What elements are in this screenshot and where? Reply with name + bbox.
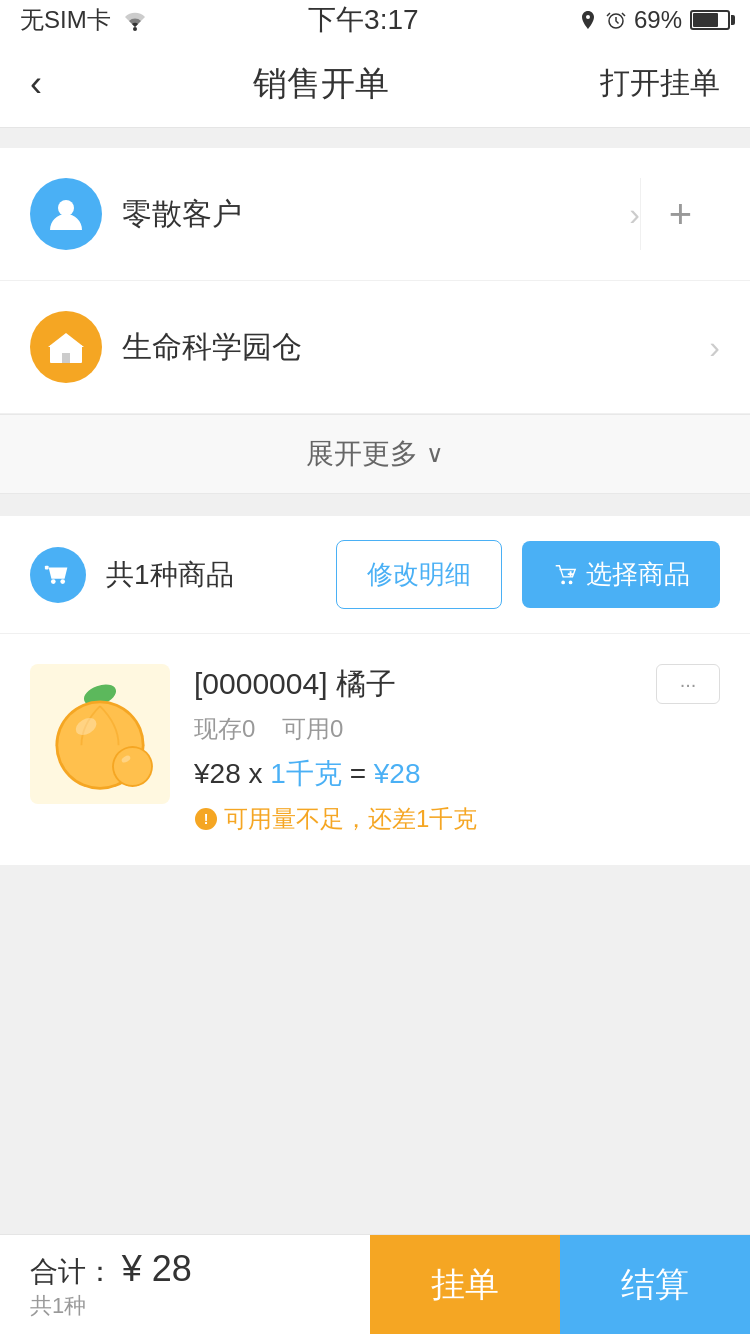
page-title: 销售开单 <box>253 61 389 107</box>
expand-label: 展开更多 <box>306 435 418 473</box>
product-price: ¥28 x 1千克 = ¥28 <box>194 755 632 793</box>
orange-image <box>35 669 165 799</box>
warning-icon: ! <box>194 807 218 831</box>
total-row: 合计： ¥ 28 <box>30 1248 340 1291</box>
customer-row: 零散客户 › + <box>0 148 750 281</box>
warehouse-icon <box>30 311 102 383</box>
hold-button[interactable]: 挂单 <box>370 1235 560 1335</box>
product-header: 共1种商品 修改明细 选择商品 <box>0 516 750 634</box>
product-info: [0000004] 橘子 现存0 可用0 ¥28 x 1千克 = ¥28 <box>194 664 632 835</box>
product-section: 共1种商品 修改明细 选择商品 <box>0 516 750 865</box>
open-hold-button[interactable]: 打开挂单 <box>600 63 720 104</box>
separator-2 <box>0 494 750 514</box>
total-amount: ¥ 28 <box>122 1248 192 1289</box>
total-section: 合计： ¥ 28 共1种 <box>0 1248 370 1321</box>
svg-rect-5 <box>45 565 49 569</box>
total-count: 共1种 <box>30 1291 340 1321</box>
status-left: 无SIM卡 <box>20 4 149 36</box>
battery-percent: 69% <box>634 6 682 34</box>
product-name: [0000004] 橘子 <box>194 664 632 705</box>
cart-icon <box>43 560 73 590</box>
back-button[interactable]: ‹ <box>30 63 42 105</box>
person-icon <box>46 194 86 234</box>
expand-arrow-icon: ∨ <box>426 440 444 468</box>
add-customer-button[interactable]: + <box>640 178 720 250</box>
expand-more-button[interactable]: 展开更多 ∨ <box>0 414 750 494</box>
product-item: [0000004] 橘子 现存0 可用0 ¥28 x 1千克 = ¥28 <box>0 634 750 865</box>
location-icon <box>578 9 598 31</box>
carrier-text: 无SIM卡 <box>20 4 111 36</box>
customer-icon <box>30 178 102 250</box>
wifi-icon <box>121 9 149 31</box>
warehouse-row: 生命科学园仓 › <box>0 281 750 414</box>
svg-point-9 <box>569 580 573 584</box>
alarm-icon <box>606 9 626 31</box>
svg-rect-4 <box>62 353 70 363</box>
svg-text:!: ! <box>204 811 209 827</box>
product-count-label: 共1种商品 <box>106 556 316 594</box>
svg-point-7 <box>60 579 65 584</box>
product-warning: ! 可用量不足，还差1千克 <box>194 803 632 835</box>
product-stock: 现存0 可用0 <box>194 713 632 745</box>
status-bar: 无SIM卡 下午3:17 69% <box>0 0 750 40</box>
more-options-button[interactable]: ··· <box>656 664 720 704</box>
svg-point-0 <box>133 27 137 31</box>
battery-icon <box>690 10 730 30</box>
checkout-button[interactable]: 结算 <box>560 1235 750 1335</box>
status-right: 69% <box>578 6 730 34</box>
select-product-button[interactable]: 选择商品 <box>522 541 720 608</box>
warehouse-name: 生命科学园仓 <box>122 327 709 368</box>
product-count-icon <box>30 547 86 603</box>
nav-bar: ‹ 销售开单 打开挂单 <box>0 40 750 128</box>
customer-arrow[interactable]: › <box>629 196 640 233</box>
edit-detail-button[interactable]: 修改明细 <box>336 540 502 609</box>
warehouse-arrow[interactable]: › <box>709 329 720 366</box>
status-time: 下午3:17 <box>308 1 419 39</box>
customer-name: 零散客户 <box>122 194 629 235</box>
svg-point-2 <box>58 200 74 216</box>
building-icon <box>46 327 86 367</box>
add-to-cart-icon <box>552 562 578 588</box>
total-label: 合计： <box>30 1256 114 1287</box>
svg-point-6 <box>51 579 56 584</box>
svg-point-8 <box>561 580 565 584</box>
separator-1 <box>0 128 750 148</box>
svg-point-16 <box>114 748 151 785</box>
product-image <box>30 664 170 804</box>
bottom-bar: 合计： ¥ 28 共1种 挂单 结算 <box>0 1234 750 1334</box>
